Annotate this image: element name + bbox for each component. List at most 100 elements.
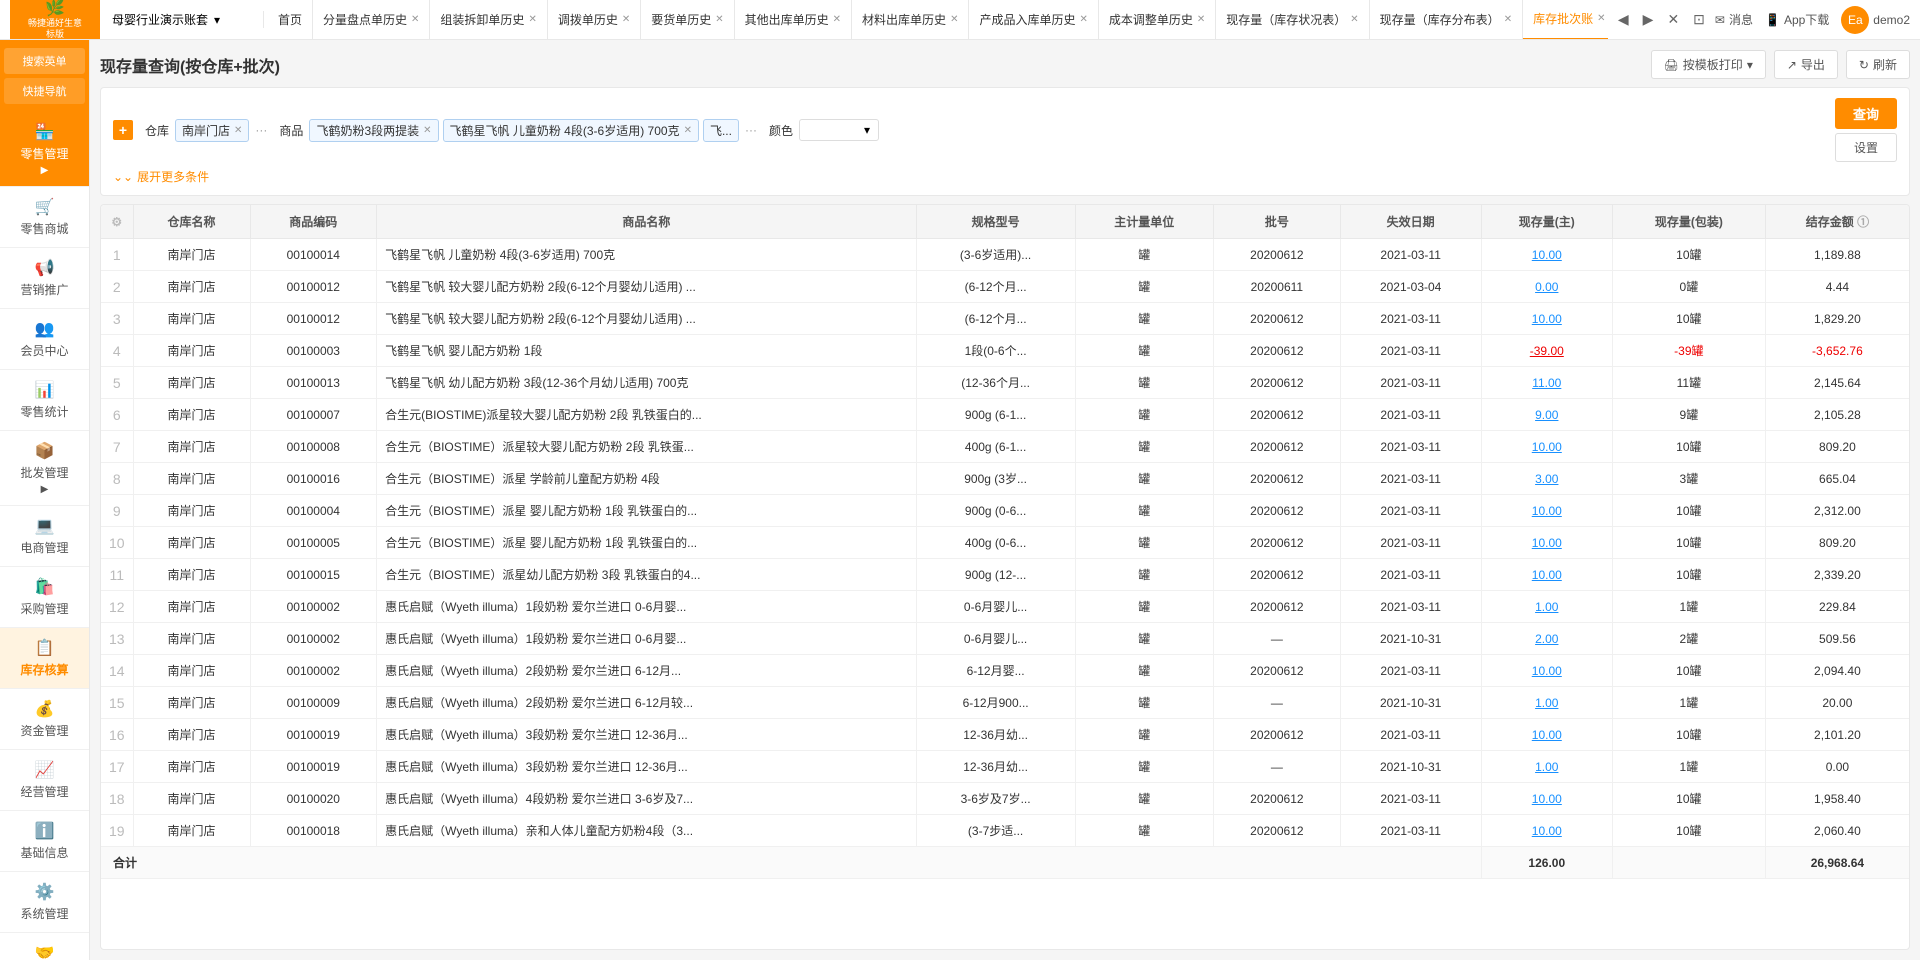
arrow-right-icon[interactable]: ▶ bbox=[1637, 11, 1660, 28]
message-btn[interactable]: ✉ 消息 bbox=[1715, 11, 1753, 28]
industry-selector[interactable]: 母婴行业演示账套 ▾ bbox=[104, 11, 264, 28]
close-icon[interactable]: ✕ bbox=[411, 14, 419, 25]
tab-xiancun1[interactable]: 现存量（库存状况表）✕ bbox=[1216, 0, 1369, 40]
row-stock-main[interactable]: 9.00 bbox=[1481, 399, 1612, 431]
tag-close-icon[interactable]: ✕ bbox=[684, 125, 692, 136]
maximize-icon[interactable]: ⊡ bbox=[1687, 11, 1711, 28]
row-unit: 罐 bbox=[1075, 719, 1214, 751]
gear-icon[interactable]: ⚙ bbox=[111, 215, 122, 229]
app-download-btn[interactable]: 📱 App下载 bbox=[1765, 11, 1829, 28]
row-stock-main[interactable]: 3.00 bbox=[1481, 463, 1612, 495]
quick-nav-btn[interactable]: 快捷导航 bbox=[4, 78, 85, 104]
row-stock-main[interactable]: 1.00 bbox=[1481, 751, 1612, 783]
row-stock-main[interactable]: 1.00 bbox=[1481, 687, 1612, 719]
sidebar-item-purchase[interactable]: 🛍️ 采购管理 bbox=[0, 567, 89, 628]
refresh-button[interactable]: ↻ 刷新 bbox=[1846, 50, 1910, 79]
row-warehouse: 南岸门店 bbox=[133, 431, 250, 463]
query-buttons: 查询 设置 bbox=[1835, 98, 1897, 162]
tab-chancheng[interactable]: 产成品入库单历史 ✕ bbox=[969, 0, 1098, 40]
export-button[interactable]: ↗ 导出 bbox=[1774, 50, 1838, 79]
row-stock-main[interactable]: 10.00 bbox=[1481, 495, 1612, 527]
row-amount: 1,829.20 bbox=[1765, 303, 1909, 335]
close-icon[interactable]: ✕ bbox=[833, 14, 841, 25]
row-name: 合生元（BIOSTIME）派星 婴儿配方奶粉 1段 乳铁蛋白的... bbox=[377, 495, 917, 527]
sidebar-item-wholesale[interactable]: 📦 批发管理 ▶ bbox=[0, 431, 89, 506]
sidebar-item-operations[interactable]: 📈 经营管理 bbox=[0, 750, 89, 811]
close-icon[interactable]: ✕ bbox=[528, 14, 536, 25]
warehouse-tag[interactable]: 南岸门店 ✕ bbox=[175, 119, 249, 142]
row-stock-main[interactable]: 10.00 bbox=[1481, 527, 1612, 559]
sidebar-item-system[interactable]: ⚙️ 系统管理 bbox=[0, 872, 89, 933]
close-icon[interactable]: ✕ bbox=[1597, 13, 1605, 24]
sidebar-item-collab[interactable]: 🤝 企业协同 bbox=[0, 933, 89, 960]
settings-button[interactable]: 设置 bbox=[1835, 133, 1897, 162]
tab-fenbpan[interactable]: 分量盘点单历史 ✕ bbox=[313, 0, 430, 40]
tab-cailiao[interactable]: 材料出库单历史 ✕ bbox=[852, 0, 969, 40]
row-stock-main[interactable]: 10.00 bbox=[1481, 815, 1612, 847]
row-index: 15 bbox=[101, 687, 133, 719]
tab-diaopo[interactable]: 调拨单历史 ✕ bbox=[548, 0, 641, 40]
user-avatar[interactable]: Ea demo2 bbox=[1841, 6, 1910, 34]
expand-row-button[interactable]: + bbox=[113, 120, 133, 140]
row-stock-main[interactable]: 10.00 bbox=[1481, 303, 1612, 335]
sidebar-item-basic-info[interactable]: ℹ️ 基础信息 bbox=[0, 811, 89, 872]
handshake-icon: 🤝 bbox=[35, 943, 55, 960]
product-tag-more[interactable]: 飞... bbox=[703, 119, 739, 142]
sidebar-item-retail-mgmt[interactable]: 🏪 零售管理 ▶ bbox=[0, 112, 89, 187]
color-select[interactable]: ▾ bbox=[799, 119, 879, 141]
sidebar-item-inventory[interactable]: 📋 库存核算 bbox=[0, 628, 89, 689]
sidebar-item-retail-mall[interactable]: 🛒 零售商城 bbox=[0, 187, 89, 248]
sidebar-item-finance[interactable]: 💰 资金管理 bbox=[0, 689, 89, 750]
close-icon[interactable]: ✕ bbox=[1197, 14, 1205, 25]
close-icon[interactable]: ✕ bbox=[1079, 14, 1087, 25]
row-stock-pack: 2罐 bbox=[1612, 623, 1765, 655]
sidebar-item-member[interactable]: 👥 会员中心 bbox=[0, 309, 89, 370]
search-english-btn[interactable]: 搜索英单 bbox=[4, 48, 85, 74]
tab-yaohuo[interactable]: 要货单历史 ✕ bbox=[641, 0, 734, 40]
tab-chengben[interactable]: 成本调整单历史 ✕ bbox=[1099, 0, 1216, 40]
row-stock-main[interactable]: 10.00 bbox=[1481, 239, 1612, 271]
tag-close-icon[interactable]: ✕ bbox=[234, 125, 242, 136]
more-options-icon[interactable]: ··· bbox=[745, 123, 757, 137]
row-expire: 2021-03-11 bbox=[1340, 655, 1481, 687]
tag-close-icon[interactable]: ✕ bbox=[423, 125, 431, 136]
row-stock-pack: 1罐 bbox=[1612, 687, 1765, 719]
sidebar-item-retail-stats[interactable]: 📊 零售统计 bbox=[0, 370, 89, 431]
row-stock-main[interactable]: 1.00 bbox=[1481, 591, 1612, 623]
close-icon[interactable]: ✕ bbox=[1504, 14, 1512, 25]
sidebar-item-marketing[interactable]: 📢 营销推广 bbox=[0, 248, 89, 309]
product-tag-1[interactable]: 飞鹤奶粉3段两提装 ✕ bbox=[309, 119, 438, 142]
row-name: 合生元（BIOSTIME）派星幼儿配方奶粉 3段 乳铁蛋白的4... bbox=[377, 559, 917, 591]
row-stock-main[interactable]: 0.00 bbox=[1481, 271, 1612, 303]
row-stock-main[interactable]: 10.00 bbox=[1481, 655, 1612, 687]
close-icon[interactable]: ✕ bbox=[950, 14, 958, 25]
tab-home[interactable]: 首页 bbox=[268, 0, 313, 40]
arrow-left-icon[interactable]: ◀ bbox=[1612, 11, 1635, 28]
computer-icon: 💻 bbox=[35, 516, 55, 536]
row-stock-main[interactable]: 10.00 bbox=[1481, 559, 1612, 591]
tab-kucunpici[interactable]: 库存批次账 ✕ bbox=[1523, 0, 1608, 40]
expand-conditions-btn[interactable]: ⌄⌄ 展开更多条件 bbox=[113, 168, 1897, 185]
row-stock-main[interactable]: -39.00 bbox=[1481, 335, 1612, 367]
tab-zuzhuang[interactable]: 组装拆卸单历史 ✕ bbox=[430, 0, 547, 40]
tab-xiancun2[interactable]: 现存量（库存分布表）✕ bbox=[1370, 0, 1523, 40]
close-icon[interactable]: ✕ bbox=[1661, 11, 1685, 28]
row-batch: 20200612 bbox=[1214, 559, 1341, 591]
row-stock-main[interactable]: 2.00 bbox=[1481, 623, 1612, 655]
sidebar-item-ecommerce[interactable]: 💻 电商管理 bbox=[0, 506, 89, 567]
row-spec: 400g (0-6... bbox=[916, 527, 1075, 559]
tab-qitachuku[interactable]: 其他出库单历史 ✕ bbox=[735, 0, 852, 40]
row-stock-main[interactable]: 11.00 bbox=[1481, 367, 1612, 399]
row-stock-pack: 11罐 bbox=[1612, 367, 1765, 399]
row-stock-main[interactable]: 10.00 bbox=[1481, 719, 1612, 751]
more-options-icon[interactable]: ··· bbox=[255, 123, 267, 137]
row-stock-main[interactable]: 10.00 bbox=[1481, 431, 1612, 463]
print-button[interactable]: 🖨 按模板打印 ▾ bbox=[1651, 50, 1766, 79]
close-icon[interactable]: ✕ bbox=[622, 14, 630, 25]
product-tag-2[interactable]: 飞鹤星飞帆 儿童奶粉 4段(3-6岁适用) 700克 ✕ bbox=[443, 119, 699, 142]
close-icon[interactable]: ✕ bbox=[1350, 14, 1358, 25]
row-index: 9 bbox=[101, 495, 133, 527]
close-icon[interactable]: ✕ bbox=[715, 14, 723, 25]
row-stock-main[interactable]: 10.00 bbox=[1481, 783, 1612, 815]
query-button[interactable]: 查询 bbox=[1835, 98, 1897, 129]
